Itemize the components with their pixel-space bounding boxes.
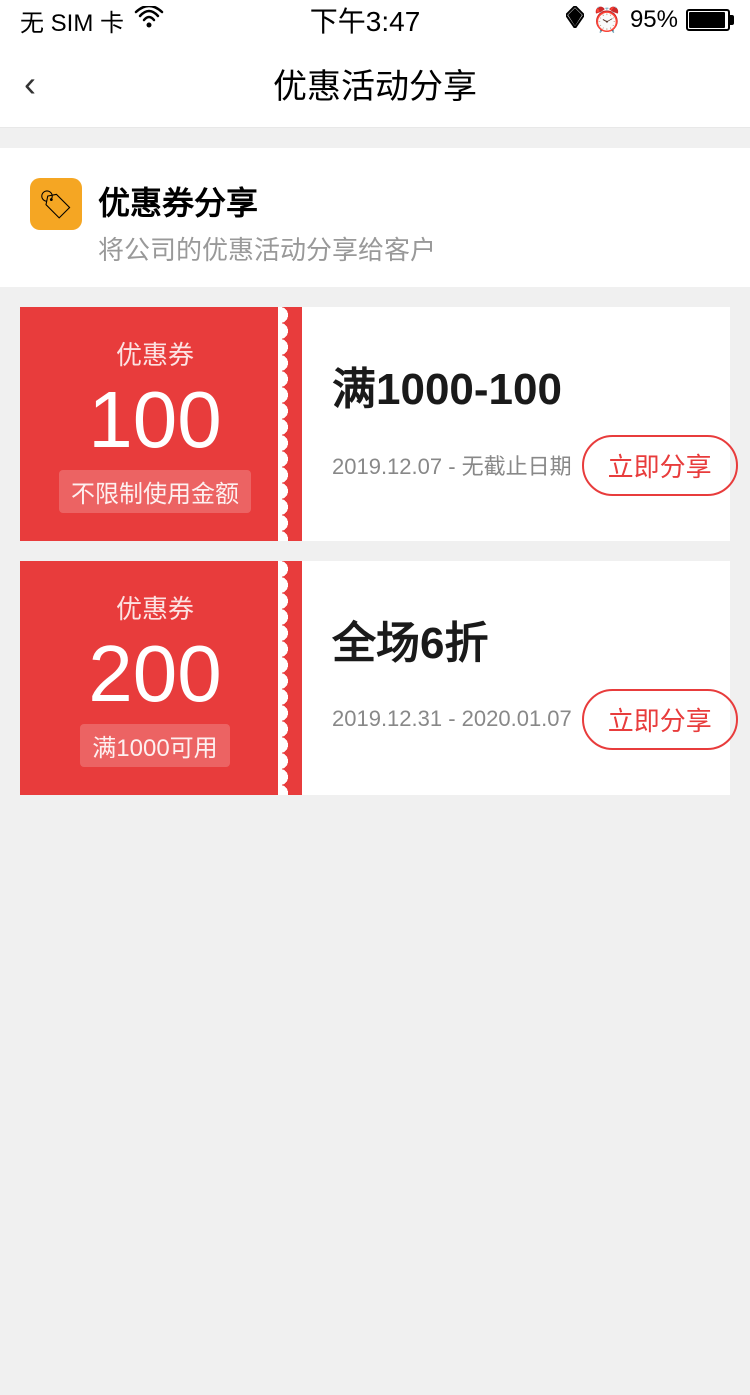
coupon-condition-1: 满1000可用 — [80, 724, 229, 767]
section-text: 优惠券分享 将公司的优惠活动分享给客户 — [98, 178, 436, 267]
status-bar: 无 SIM 卡 下午3:47 ⏰ 95% — [0, 0, 750, 40]
status-right: ⏰ 95% — [566, 6, 730, 35]
coupon-stub-1: 优惠券 200 满1000可用 — [20, 561, 290, 795]
wifi-icon — [134, 6, 164, 35]
coupon-label-0: 优惠券 — [116, 335, 194, 372]
status-left: 无 SIM 卡 — [20, 3, 164, 38]
coupon-label-1: 优惠券 — [116, 589, 194, 626]
coupon-name-0: 满1000-100 — [332, 353, 702, 417]
section-title: 优惠券分享 — [98, 178, 436, 224]
coupon-amount-0: 100 — [88, 380, 221, 460]
coupon-stub-0: 优惠券 100 不限制使用金额 — [20, 307, 290, 541]
coupon-right-0: 满1000-100 2019.12.07 - 无截止日期 立即分享 — [290, 307, 730, 541]
coupon-icon: 🏷 — [38, 188, 74, 221]
nav-bar: ‹ 优惠活动分享 — [0, 40, 750, 128]
coupon-list: 优惠券 100 不限制使用金额 满1000-100 2019.12.07 - 无… — [0, 307, 750, 795]
coupon-amount-1: 200 — [88, 634, 221, 714]
battery-percent: 95% — [630, 6, 678, 34]
section-header: 🏷 优惠券分享 将公司的优惠活动分享给客户 — [0, 148, 750, 287]
carrier-text: 无 SIM 卡 — [20, 3, 124, 38]
coupon-date-1: 2019.12.31 - 2020.01.07 — [332, 706, 572, 732]
share-button-0[interactable]: 立即分享 — [582, 435, 738, 496]
section-subtitle: 将公司的优惠活动分享给客户 — [98, 230, 436, 267]
section-icon: 🏷 — [30, 178, 82, 230]
share-button-1[interactable]: 立即分享 — [582, 689, 738, 750]
serrated-edge-1 — [278, 561, 302, 795]
coupon-card-1: 优惠券 200 满1000可用 全场6折 2019.12.31 - 2020.0… — [20, 561, 730, 795]
background-area — [0, 795, 750, 1395]
coupon-name-1: 全场6折 — [332, 607, 702, 671]
coupon-right-1: 全场6折 2019.12.31 - 2020.01.07 立即分享 — [290, 561, 730, 795]
coupon-card-0: 优惠券 100 不限制使用金额 满1000-100 2019.12.07 - 无… — [20, 307, 730, 541]
coupon-meta-0: 2019.12.07 - 无截止日期 立即分享 — [332, 435, 702, 496]
coupon-meta-1: 2019.12.31 - 2020.01.07 立即分享 — [332, 689, 702, 750]
back-button[interactable]: ‹ — [24, 63, 36, 105]
status-time: 下午3:47 — [310, 0, 421, 40]
location-icon — [566, 6, 584, 35]
page-title: 优惠活动分享 — [273, 59, 477, 108]
battery-icon — [686, 9, 730, 31]
coupon-condition-0: 不限制使用金额 — [59, 470, 251, 513]
coupon-date-0: 2019.12.07 - 无截止日期 — [332, 449, 572, 481]
alarm-icon: ⏰ — [592, 6, 622, 35]
serrated-edge-0 — [278, 307, 302, 541]
